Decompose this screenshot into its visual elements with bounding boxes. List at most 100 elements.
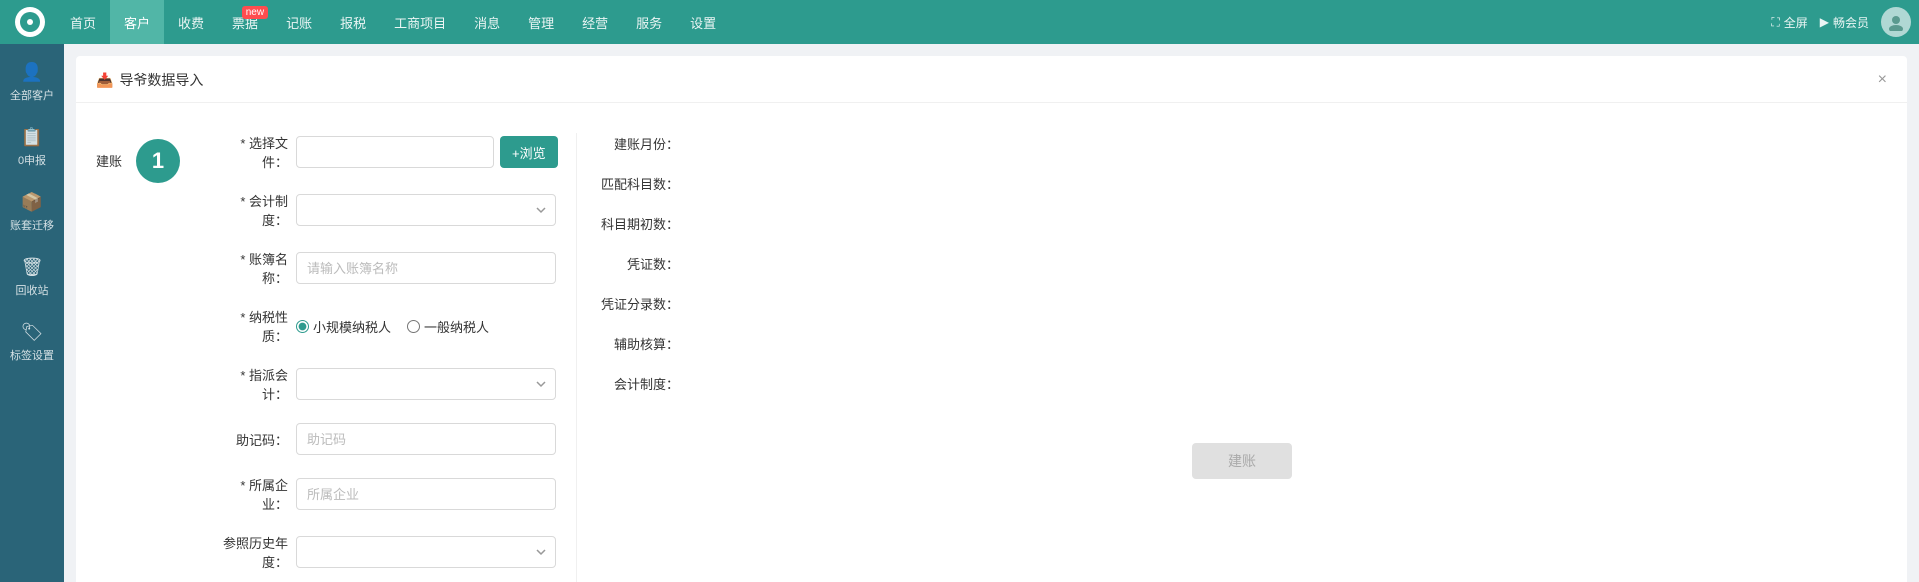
account-month-value	[687, 133, 1887, 153]
voucher-entries-label: 凭证分录数：	[597, 294, 687, 313]
sidebar-label-all-clients: 全部客户	[10, 87, 54, 103]
fullscreen-icon: ⛶	[1771, 15, 1779, 30]
step-circle: 1	[136, 139, 180, 183]
voucher-entries-value	[687, 293, 1887, 313]
file-row: * 选择文件： +浏览	[216, 133, 556, 171]
match-subjects-row: 匹配科目数：	[597, 173, 1887, 193]
radio-small-input[interactable]	[296, 320, 309, 333]
declaration-icon: 📋	[21, 127, 43, 148]
match-subjects-value	[687, 173, 1887, 193]
tax-type-row: * 纳税性质： 小规模纳税人 一般纳税人	[216, 307, 556, 345]
close-button[interactable]: ×	[1878, 71, 1887, 89]
panel-title-icon: 📥	[96, 72, 113, 89]
account-month-label: 建账月份：	[597, 134, 687, 153]
ref-year-select[interactable]	[296, 536, 556, 568]
subject-period-row: 科目期初数：	[597, 213, 1887, 233]
owner-company-input[interactable]	[296, 478, 556, 510]
sidebar-label-recycle: 回收站	[16, 282, 49, 298]
sidebar: 👤 全部客户 📋 0申报 📦 账套迁移 🗑 回收站 🏷 标签设置	[0, 44, 64, 582]
content-area: 📥 导爷数据导入 × 建账 1	[64, 44, 1919, 582]
radio-small-taxpayer[interactable]: 小规模纳税人	[296, 317, 391, 336]
app-logo[interactable]	[8, 0, 52, 44]
nav-item-business[interactable]: 工商项目	[380, 0, 460, 44]
sidebar-item-migration[interactable]: 📦 账套迁移	[0, 182, 64, 243]
voucher-count-row: 凭证数：	[597, 253, 1887, 273]
sidebar-label-declaration: 0申报	[18, 152, 46, 168]
file-label: * 选择文件：	[216, 133, 296, 171]
account-name-label: * 账簿名称：	[216, 249, 296, 287]
migration-icon: 📦	[21, 192, 43, 213]
accounting-system-value	[687, 373, 1887, 393]
aux-accounting-value	[687, 333, 1887, 353]
right-panel: 建账月份： 匹配科目数： 科目期初数： 凭证数：	[576, 133, 1887, 582]
file-input-group: +浏览	[296, 136, 558, 168]
sidebar-item-recycle[interactable]: 🗑 回收站	[0, 247, 64, 308]
account-system-row: * 会计制度：	[216, 191, 556, 229]
nav-item-fees[interactable]: 收费	[164, 0, 218, 44]
nav-item-settings[interactable]: 设置	[676, 0, 730, 44]
file-input[interactable]	[296, 136, 494, 168]
user-avatar[interactable]	[1881, 7, 1911, 37]
nav-item-invoices[interactable]: 票据 new	[218, 0, 272, 44]
subject-period-label: 科目期初数：	[597, 214, 687, 233]
ref-year-label: 参照历史年度：	[216, 533, 296, 571]
left-form: * 选择文件： +浏览 * 会计制度：	[216, 133, 556, 582]
match-subjects-label: 匹配科目数：	[597, 174, 687, 193]
nav-item-manage[interactable]: 管理	[514, 0, 568, 44]
nav-item-message[interactable]: 消息	[460, 0, 514, 44]
tags-icon: 🏷	[21, 322, 44, 343]
radio-general-input[interactable]	[407, 320, 420, 333]
tax-type-radio-group: 小规模纳税人 一般纳税人	[296, 317, 556, 336]
nav-item-bookkeeping[interactable]: 记账	[272, 0, 326, 44]
sidebar-label-migration: 账套迁移	[10, 217, 54, 233]
nav-item-home[interactable]: 首页	[56, 0, 110, 44]
account-system-select[interactable]	[296, 194, 556, 226]
nav-menu: 首页 客户 收费 票据 new 记账 报税 工商项目 消息 管理 经营 服务 设…	[56, 0, 1771, 44]
owner-company-label: * 所属企业：	[216, 475, 296, 513]
new-badge: new	[242, 6, 268, 19]
sidebar-item-tags[interactable]: 🏷 标签设置	[0, 312, 64, 373]
account-month-row: 建账月份：	[597, 133, 1887, 153]
accounting-system-row: 会计制度：	[597, 373, 1887, 393]
browse-button[interactable]: +浏览	[500, 136, 558, 168]
nav-item-clients[interactable]: 客户	[110, 0, 164, 44]
subject-period-value	[687, 213, 1887, 233]
aux-accounting-label: 辅助核算：	[597, 334, 687, 353]
memo-code-row: 助记码：	[216, 423, 556, 455]
memo-code-input[interactable]	[296, 423, 556, 455]
nav-right-area: ⛶ 全屏 ▶ 畅会员	[1771, 7, 1911, 37]
step-section: 建账 1 * 选择文件： +浏览	[96, 133, 556, 582]
account-name-row: * 账簿名称：	[216, 249, 556, 287]
voucher-count-value	[687, 253, 1887, 273]
voucher-count-label: 凭证数：	[597, 254, 687, 273]
main-layout: 👤 全部客户 📋 0申报 📦 账套迁移 🗑 回收站 🏷 标签设置 📥 导	[0, 44, 1919, 582]
sidebar-item-declaration[interactable]: 📋 0申报	[0, 117, 64, 178]
top-navigation: 首页 客户 收费 票据 new 记账 报税 工商项目 消息 管理 经营 服务 设…	[0, 0, 1919, 44]
fullscreen-button[interactable]: ⛶ 全屏	[1771, 14, 1807, 31]
owner-company-row: * 所属企业：	[216, 475, 556, 513]
all-clients-icon: 👤	[21, 62, 43, 83]
aux-accounting-row: 辅助核算：	[597, 333, 1887, 353]
nav-item-tax[interactable]: 报税	[326, 0, 380, 44]
sidebar-item-all-clients[interactable]: 👤 全部客户	[0, 52, 64, 113]
account-name-input[interactable]	[296, 252, 556, 284]
panel-title: 📥 导爷数据导入	[96, 70, 203, 90]
tax-type-label: * 纳税性质：	[216, 307, 296, 345]
member-button[interactable]: ▶ 畅会员	[1820, 14, 1869, 31]
create-account-button[interactable]: 建账	[1192, 443, 1292, 479]
assign-accountant-select[interactable]	[296, 368, 556, 400]
assign-accountant-row: * 指派会计：	[216, 365, 556, 403]
memo-code-label: 助记码：	[216, 430, 296, 449]
voucher-entries-row: 凭证分录数：	[597, 293, 1887, 313]
account-system-label: * 会计制度：	[216, 191, 296, 229]
member-icon: ▶	[1820, 15, 1829, 29]
ref-year-row: 参照历史年度：	[216, 533, 556, 571]
form-body: 建账 1 * 选择文件： +浏览	[76, 103, 1907, 582]
nav-item-service[interactable]: 服务	[622, 0, 676, 44]
recycle-icon: 🗑	[21, 257, 44, 278]
radio-general-taxpayer[interactable]: 一般纳税人	[407, 317, 489, 336]
import-panel: 📥 导爷数据导入 × 建账 1	[76, 56, 1907, 582]
accounting-system-label: 会计制度：	[597, 374, 687, 393]
panel-header: 📥 导爷数据导入 ×	[76, 56, 1907, 103]
nav-item-business2[interactable]: 经营	[568, 0, 622, 44]
